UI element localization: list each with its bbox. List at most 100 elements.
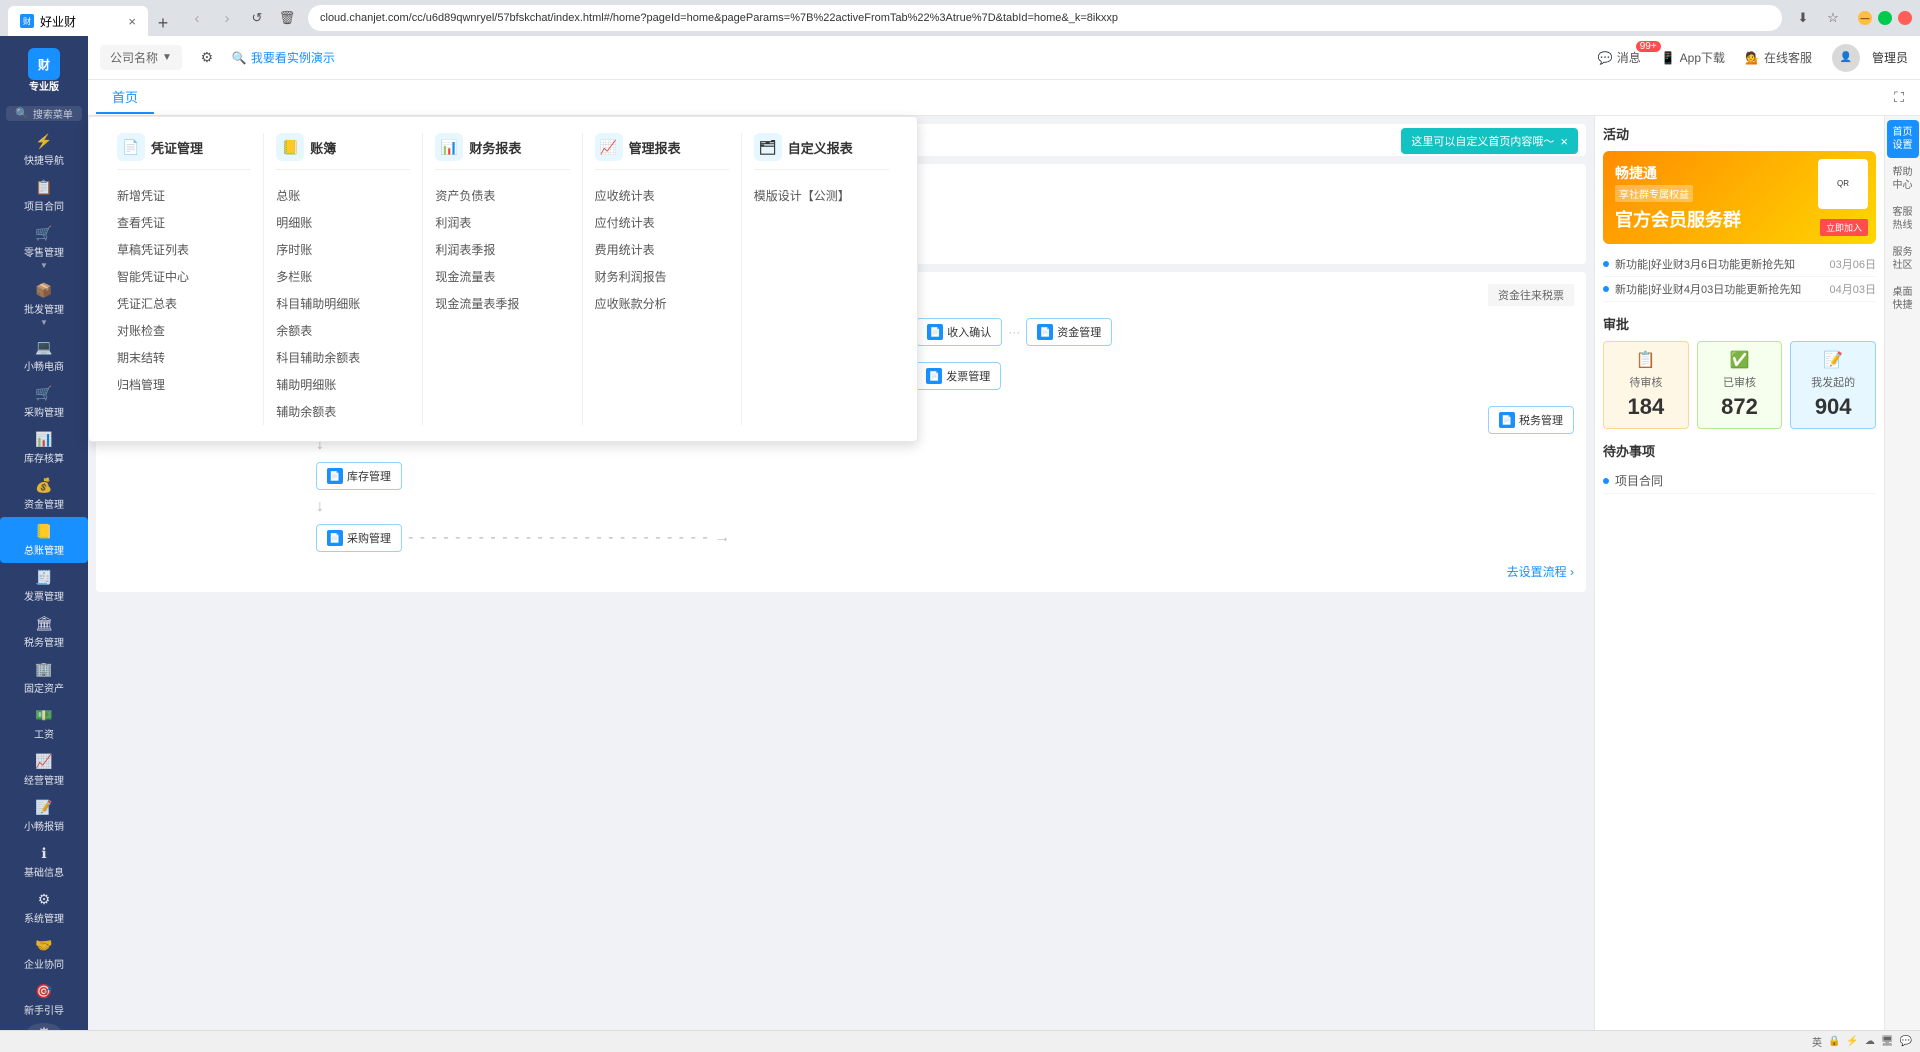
menu-item-multi-col[interactable]: 多栏账 — [276, 263, 410, 290]
menu-item-balance-sheet[interactable]: 资产负债表 — [435, 182, 569, 209]
cloud-icon[interactable]: ☁ — [1865, 1036, 1875, 1047]
approval-card-my[interactable]: 📝 我发起的 904 — [1790, 341, 1876, 429]
address-bar[interactable]: cloud.chanjet.com/cc/u6d89qwnryel/57bfsk… — [308, 5, 1782, 31]
todo-item-1[interactable]: 项目合同 — [1603, 468, 1876, 494]
back-button[interactable]: ‹ — [184, 5, 210, 31]
retail-icon: 🛒 — [35, 225, 52, 242]
sidebar-item-system[interactable]: ⚙ 系统管理 — [0, 885, 88, 931]
wf-inventory[interactable]: 📄 库存管理 — [316, 462, 402, 490]
sidebar-item-tax[interactable]: 🏛 税务管理 — [0, 609, 88, 655]
wf-purchase[interactable]: 📄 采购管理 — [316, 524, 402, 552]
sidebar-item-fixed-assets[interactable]: 🏢 固定资产 — [0, 655, 88, 701]
forward-button[interactable]: › — [214, 5, 240, 31]
news-text-2: 新功能|好业财4月03日功能更新抢先知 — [1615, 281, 1824, 297]
sidebar-item-wholesale[interactable]: 📦 批发管理 ▼ — [0, 276, 88, 333]
delete-button[interactable]: 🗑 — [274, 5, 300, 31]
app-download-btn[interactable]: 📱 App下载 — [1661, 49, 1725, 66]
maximize-button[interactable] — [1878, 11, 1892, 25]
menu-item-draft-list[interactable]: 草稿凭证列表 — [117, 236, 251, 263]
menu-item-cashflow[interactable]: 现金流量表 — [435, 263, 569, 290]
sidebar-item-capital[interactable]: 💰 资金管理 — [0, 471, 88, 517]
dropdown-menu[interactable]: 📄 凭证管理 新增凭证 查看凭证 草稿凭证列表 智能凭证中心 凭证汇总表 对账检… — [88, 116, 918, 442]
expand-btn[interactable]: ⛶ — [1886, 85, 1912, 111]
custom-notice-close[interactable]: × — [1560, 134, 1568, 149]
tab-close-icon[interactable]: × — [128, 14, 136, 29]
download-icon[interactable]: ⬇ — [1790, 5, 1816, 31]
sidebar-item-basic-info[interactable]: ℹ 基础信息 — [0, 839, 88, 885]
menu-item-view-voucher[interactable]: 查看凭证 — [117, 209, 251, 236]
menu-item-archive[interactable]: 归档管理 — [117, 371, 251, 398]
sidebar-item-expense[interactable]: 📝 小畅报销 — [0, 793, 88, 839]
menu-item-receivable-analysis[interactable]: 应收账款分析 — [595, 290, 729, 317]
close-button[interactable] — [1898, 11, 1912, 25]
sidebar-item-operations[interactable]: 📈 经营管理 — [0, 747, 88, 793]
wf-tax-mgmt[interactable]: 📄 税务管理 — [1488, 406, 1574, 434]
user-avatar[interactable]: 👤 — [1832, 44, 1860, 72]
menu-item-cashflow-quarterly[interactable]: 现金流量表季报 — [435, 290, 569, 317]
menu-item-new-voucher[interactable]: 新增凭证 — [117, 182, 251, 209]
news-item-1[interactable]: 新功能|好业财3月6日功能更新抢先知 03月06日 — [1603, 252, 1876, 277]
activity-banner[interactable]: 畅捷通 享社群专属权益 官方会员服务群 QR 立即加入 — [1603, 151, 1876, 244]
menu-item-reconcile[interactable]: 对账检查 — [117, 317, 251, 344]
menu-item-payable-stats[interactable]: 应付统计表 — [595, 209, 729, 236]
right-nav-community[interactable]: 服务社区 — [1887, 240, 1919, 278]
menu-item-voucher-summary[interactable]: 凭证汇总表 — [117, 290, 251, 317]
banner-cta[interactable]: 立即加入 — [1820, 219, 1868, 236]
menu-item-template-design[interactable]: 模版设计【公测】 — [754, 182, 889, 209]
settings-gear-btn[interactable]: ⚙ — [194, 45, 220, 71]
sidebar-item-collab[interactable]: 🤝 企业协同 — [0, 931, 88, 977]
sidebar-item-ecommerce[interactable]: 💻 小畅电商 — [0, 333, 88, 379]
lock-icon[interactable]: 🔒 — [1828, 1036, 1840, 1047]
message-btn[interactable]: 💬 消息 99+ — [1598, 49, 1641, 66]
wf-capital-mgmt[interactable]: 📄 资金管理 — [1026, 318, 1112, 346]
menu-item-subject-aux-balance[interactable]: 科目辅助余额表 — [276, 344, 410, 371]
menu-item-balance-table[interactable]: 余额表 — [276, 317, 410, 344]
go-flow-btn[interactable]: 去设置流程 › — [1507, 563, 1574, 580]
sidebar-item-invoice[interactable]: 🧾 发票管理 — [0, 563, 88, 609]
refresh-button[interactable]: ↺ — [244, 5, 270, 31]
sidebar-item-general-ledger[interactable]: 📒 总账管理 — [0, 517, 88, 563]
menu-item-expense-stats[interactable]: 费用统计表 — [595, 236, 729, 263]
bookmark-icon[interactable]: ☆ — [1820, 5, 1846, 31]
menu-item-receivable-stats[interactable]: 应收统计表 — [595, 182, 729, 209]
approval-card-pending[interactable]: 📋 待审核 184 — [1603, 341, 1689, 429]
menu-item-aux-detail[interactable]: 辅助明细账 — [276, 371, 410, 398]
sidebar-item-purchase[interactable]: 🛒 采购管理 — [0, 379, 88, 425]
minimize-button[interactable]: — — [1858, 11, 1872, 25]
sidebar-item-quick-nav[interactable]: ⚡ 快捷导航 — [0, 127, 88, 173]
menu-item-period-end[interactable]: 期末结转 — [117, 344, 251, 371]
menu-item-income-statement[interactable]: 利润表 — [435, 209, 569, 236]
search-demo-btn[interactable]: 🔍 我要看实例演示 — [232, 49, 335, 66]
sidebar-item-inventory[interactable]: 📊 库存核算 — [0, 425, 88, 471]
right-nav-help[interactable]: 帮助中心 — [1887, 160, 1919, 198]
menu-item-smart-center[interactable]: 智能凭证中心 — [117, 263, 251, 290]
wf-invoice-mgmt[interactable]: 📄 发票管理 — [915, 362, 1001, 390]
org-selector[interactable]: 公司名称 ▼ — [100, 45, 182, 70]
right-nav-hotline[interactable]: 客服热线 — [1887, 200, 1919, 238]
menu-item-aux-balance[interactable]: 辅助余额表 — [276, 398, 410, 425]
right-nav-home-settings[interactable]: 首页设置 — [1887, 120, 1919, 158]
sidebar-item-retail[interactable]: 🛒 零售管理 ▼ — [0, 219, 88, 276]
tab-home[interactable]: 首页 — [96, 81, 154, 114]
menu-item-general-ledger[interactable]: 总账 — [276, 182, 410, 209]
active-tab[interactable]: 财 好业财 × — [8, 6, 148, 36]
sidebar-item-project[interactable]: 📋 项目合同 — [0, 173, 88, 219]
wf-income-confirm[interactable]: 📄 收入确认 — [916, 318, 1002, 346]
chat-icon[interactable]: 💬 — [1900, 1036, 1912, 1047]
right-nav-desktop[interactable]: 桌面快捷 — [1887, 280, 1919, 318]
sidebar-search[interactable]: 🔍 搜索菜单 — [6, 106, 82, 121]
approval-card-approved[interactable]: ✅ 已审核 872 — [1697, 341, 1783, 429]
online-service-btn[interactable]: 💁 在线客服 — [1745, 49, 1812, 66]
menu-item-income-quarterly[interactable]: 利润表季报 — [435, 236, 569, 263]
monitor-icon[interactable]: 🖥 — [1881, 1036, 1894, 1047]
sidebar-item-salary[interactable]: 💵 工资 — [0, 701, 88, 747]
menu-item-subject-aux-detail[interactable]: 科目辅助明细账 — [276, 290, 410, 317]
sidebar-item-newbie[interactable]: 🎯 新手引导 — [0, 977, 88, 1023]
power-icon[interactable]: ⚡ — [1846, 1036, 1858, 1047]
menu-item-profit-report[interactable]: 财务利润报告 — [595, 263, 729, 290]
lang-icon[interactable]: 英 — [1812, 1034, 1822, 1049]
menu-item-detail-ledger[interactable]: 明细账 — [276, 209, 410, 236]
new-tab-button[interactable]: + — [150, 10, 176, 36]
menu-item-sequential[interactable]: 序时账 — [276, 236, 410, 263]
news-item-2[interactable]: 新功能|好业财4月03日功能更新抢先知 04月03日 — [1603, 277, 1876, 302]
